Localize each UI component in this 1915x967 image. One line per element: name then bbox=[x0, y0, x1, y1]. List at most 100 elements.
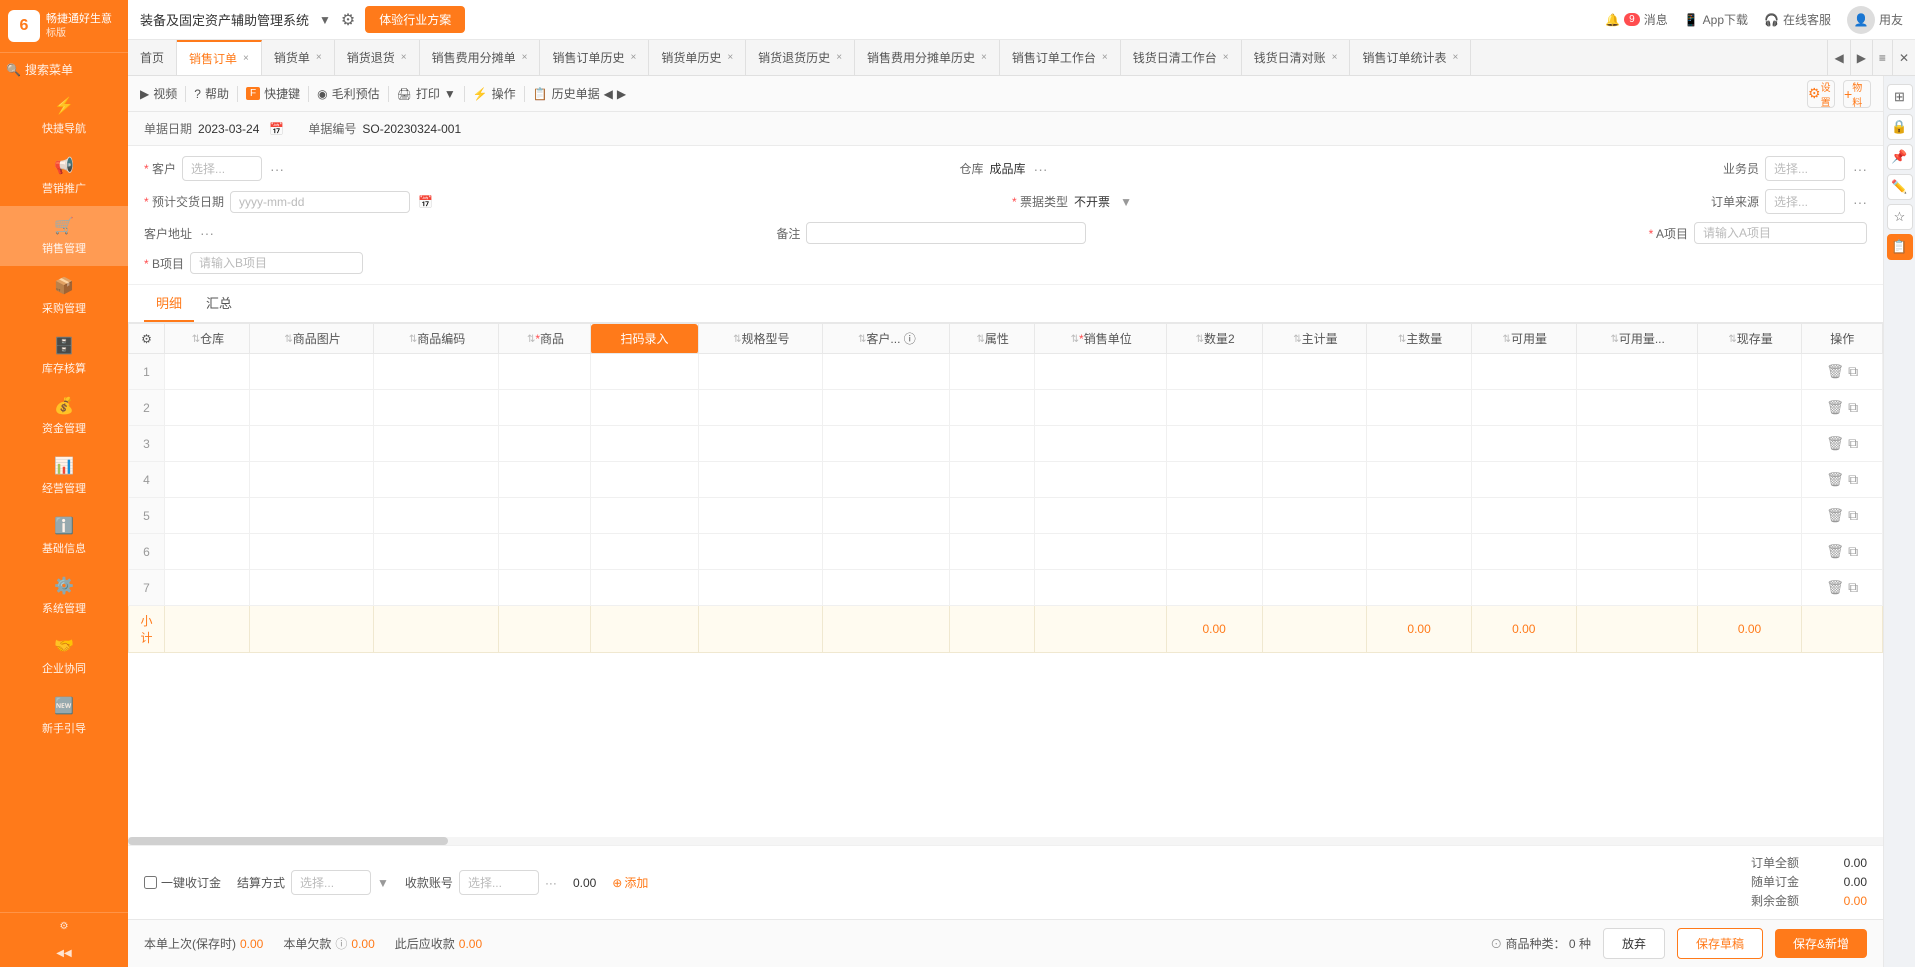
table-scrollbar-thumb[interactable] bbox=[128, 837, 448, 845]
history-nav-next[interactable]: ▶ bbox=[617, 87, 626, 101]
row-customer-code[interactable] bbox=[823, 570, 950, 606]
row-qty2[interactable] bbox=[1166, 354, 1262, 390]
tab-close-daily-workbench[interactable]: × bbox=[1223, 52, 1229, 63]
row-customer-code[interactable] bbox=[823, 462, 950, 498]
tab-return-history[interactable]: 销货退货历史 × bbox=[746, 40, 855, 76]
row-warehouse[interactable] bbox=[165, 462, 250, 498]
tab-close-reconcile[interactable]: × bbox=[1332, 52, 1338, 63]
profit-btn[interactable]: ◉ 毛利预估 bbox=[317, 85, 380, 102]
row-available2[interactable] bbox=[1576, 354, 1697, 390]
row-delete-icon[interactable]: 🗑 bbox=[1826, 471, 1844, 488]
row-current[interactable] bbox=[1697, 570, 1802, 606]
tab-next-btn[interactable]: ▶ bbox=[1850, 40, 1872, 76]
row-delete-icon[interactable]: 🗑 bbox=[1826, 399, 1844, 416]
row-spec[interactable] bbox=[698, 426, 822, 462]
tab-close-sales-invoice[interactable]: × bbox=[316, 52, 322, 63]
order-source-more-icon[interactable]: ··· bbox=[1853, 194, 1867, 210]
right-tool-5[interactable]: ☆ bbox=[1887, 204, 1913, 230]
tab-daily-workbench[interactable]: 钱货日清工作台 × bbox=[1121, 40, 1242, 76]
row-property[interactable] bbox=[949, 498, 1034, 534]
row-available2[interactable] bbox=[1576, 462, 1697, 498]
row-goods[interactable] bbox=[498, 354, 591, 390]
row-customer-code[interactable] bbox=[823, 426, 950, 462]
row-copy-icon[interactable]: ⧉ bbox=[1848, 435, 1858, 452]
row-available[interactable] bbox=[1471, 462, 1576, 498]
payment-method-input[interactable]: 选择... bbox=[291, 870, 371, 895]
salesperson-more-icon[interactable]: ··· bbox=[1853, 161, 1867, 177]
row-qty2[interactable] bbox=[1166, 426, 1262, 462]
row-main-unit[interactable] bbox=[1262, 426, 1367, 462]
online-service-btn[interactable]: 🎧 在线客服 bbox=[1764, 11, 1831, 28]
tab-sales-order[interactable]: 销售订单 × bbox=[177, 40, 262, 76]
row-spec[interactable] bbox=[698, 498, 822, 534]
table-scrollbar[interactable] bbox=[128, 837, 1883, 845]
sidebar-item-quick-nav[interactable]: ⚡ 快捷导航 bbox=[0, 86, 128, 146]
row-copy-icon[interactable]: ⧉ bbox=[1848, 471, 1858, 488]
tab-close-stats[interactable]: × bbox=[1452, 52, 1458, 63]
row-unit[interactable] bbox=[1034, 426, 1166, 462]
row-current[interactable] bbox=[1697, 498, 1802, 534]
help-btn[interactable]: ? 帮助 bbox=[194, 85, 229, 102]
row-warehouse[interactable] bbox=[165, 534, 250, 570]
tab-home[interactable]: 首页 bbox=[128, 40, 177, 76]
row-goods[interactable] bbox=[498, 462, 591, 498]
tab-workbench[interactable]: 销售订单工作台 × bbox=[1000, 40, 1121, 76]
row-goods[interactable] bbox=[498, 426, 591, 462]
row-unit[interactable] bbox=[1034, 354, 1166, 390]
sidebar-item-system[interactable]: ⚙️ 系统管理 bbox=[0, 566, 128, 626]
row-property[interactable] bbox=[949, 462, 1034, 498]
tab-close-sales-return[interactable]: × bbox=[401, 52, 407, 63]
solution-btn[interactable]: 体验行业方案 bbox=[365, 6, 465, 33]
calendar-icon[interactable]: 📅 bbox=[269, 122, 284, 136]
save-draft-btn[interactable]: 保存草稿 bbox=[1677, 928, 1763, 959]
address-more-icon[interactable]: ··· bbox=[200, 225, 214, 241]
tab-sales-return[interactable]: 销货退货 × bbox=[335, 40, 420, 76]
sidebar-item-finance[interactable]: 💰 资金管理 bbox=[0, 386, 128, 446]
tab-sales-expense[interactable]: 销售费用分摊单 × bbox=[420, 40, 541, 76]
row-available2[interactable] bbox=[1576, 534, 1697, 570]
tab-close-workbench[interactable]: × bbox=[1102, 52, 1108, 63]
row-main-qty[interactable] bbox=[1367, 390, 1472, 426]
row-customer-code[interactable] bbox=[823, 498, 950, 534]
tab-close-return-history[interactable]: × bbox=[836, 52, 842, 63]
row-warehouse[interactable] bbox=[165, 354, 250, 390]
row-available[interactable] bbox=[1471, 570, 1576, 606]
row-property[interactable] bbox=[949, 390, 1034, 426]
right-tool-2[interactable]: 🔒 bbox=[1887, 114, 1913, 140]
add-material-btn[interactable]: + 物料 bbox=[1843, 80, 1871, 108]
col-scan[interactable]: 扫码录入 bbox=[591, 324, 698, 354]
row-code[interactable] bbox=[374, 462, 498, 498]
detail-tab-detail[interactable]: 明细 bbox=[144, 285, 194, 322]
shortcut-btn[interactable]: F 快捷键 bbox=[246, 85, 300, 102]
row-delete-icon[interactable]: 🗑 bbox=[1826, 507, 1844, 524]
row-main-qty[interactable] bbox=[1367, 462, 1472, 498]
print-dropdown-icon[interactable]: ▼ bbox=[444, 87, 456, 101]
row-qty2[interactable] bbox=[1166, 462, 1262, 498]
row-unit[interactable] bbox=[1034, 534, 1166, 570]
account-input[interactable]: 选择... bbox=[459, 870, 539, 895]
detail-tab-summary[interactable]: 汇总 bbox=[194, 285, 244, 322]
tab-prev-btn[interactable]: ◀ bbox=[1827, 40, 1849, 76]
history-nav-prev[interactable]: ◀ bbox=[604, 87, 613, 101]
operation-btn[interactable]: ⚡ 操作 bbox=[473, 85, 516, 102]
topbar-settings-icon[interactable]: ⚙ bbox=[341, 10, 355, 30]
order-source-input[interactable]: 选择... bbox=[1765, 189, 1845, 214]
sidebar-item-basic-info[interactable]: ℹ️ 基础信息 bbox=[0, 506, 128, 566]
row-available[interactable] bbox=[1471, 498, 1576, 534]
row-code[interactable] bbox=[374, 426, 498, 462]
row-copy-icon[interactable]: ⧉ bbox=[1848, 363, 1858, 380]
tab-invoice-history[interactable]: 销货单历史 × bbox=[649, 40, 746, 76]
tab-close-sales-order[interactable]: × bbox=[243, 53, 249, 64]
row-delete-icon[interactable]: 🗑 bbox=[1826, 435, 1844, 452]
row-qty2[interactable] bbox=[1166, 570, 1262, 606]
row-spec[interactable] bbox=[698, 570, 822, 606]
topbar-dropdown-icon[interactable]: ▼ bbox=[319, 13, 331, 27]
a-project-input[interactable] bbox=[1694, 222, 1867, 244]
row-code[interactable] bbox=[374, 534, 498, 570]
row-delete-icon[interactable]: 🗑 bbox=[1826, 363, 1844, 380]
tab-close-expense-history[interactable]: × bbox=[981, 52, 987, 63]
row-customer-code[interactable] bbox=[823, 534, 950, 570]
row-main-qty[interactable] bbox=[1367, 570, 1472, 606]
row-copy-icon[interactable]: ⧉ bbox=[1848, 579, 1858, 596]
history-btn[interactable]: 📋 历史单据 ◀ ▶ bbox=[533, 85, 626, 102]
